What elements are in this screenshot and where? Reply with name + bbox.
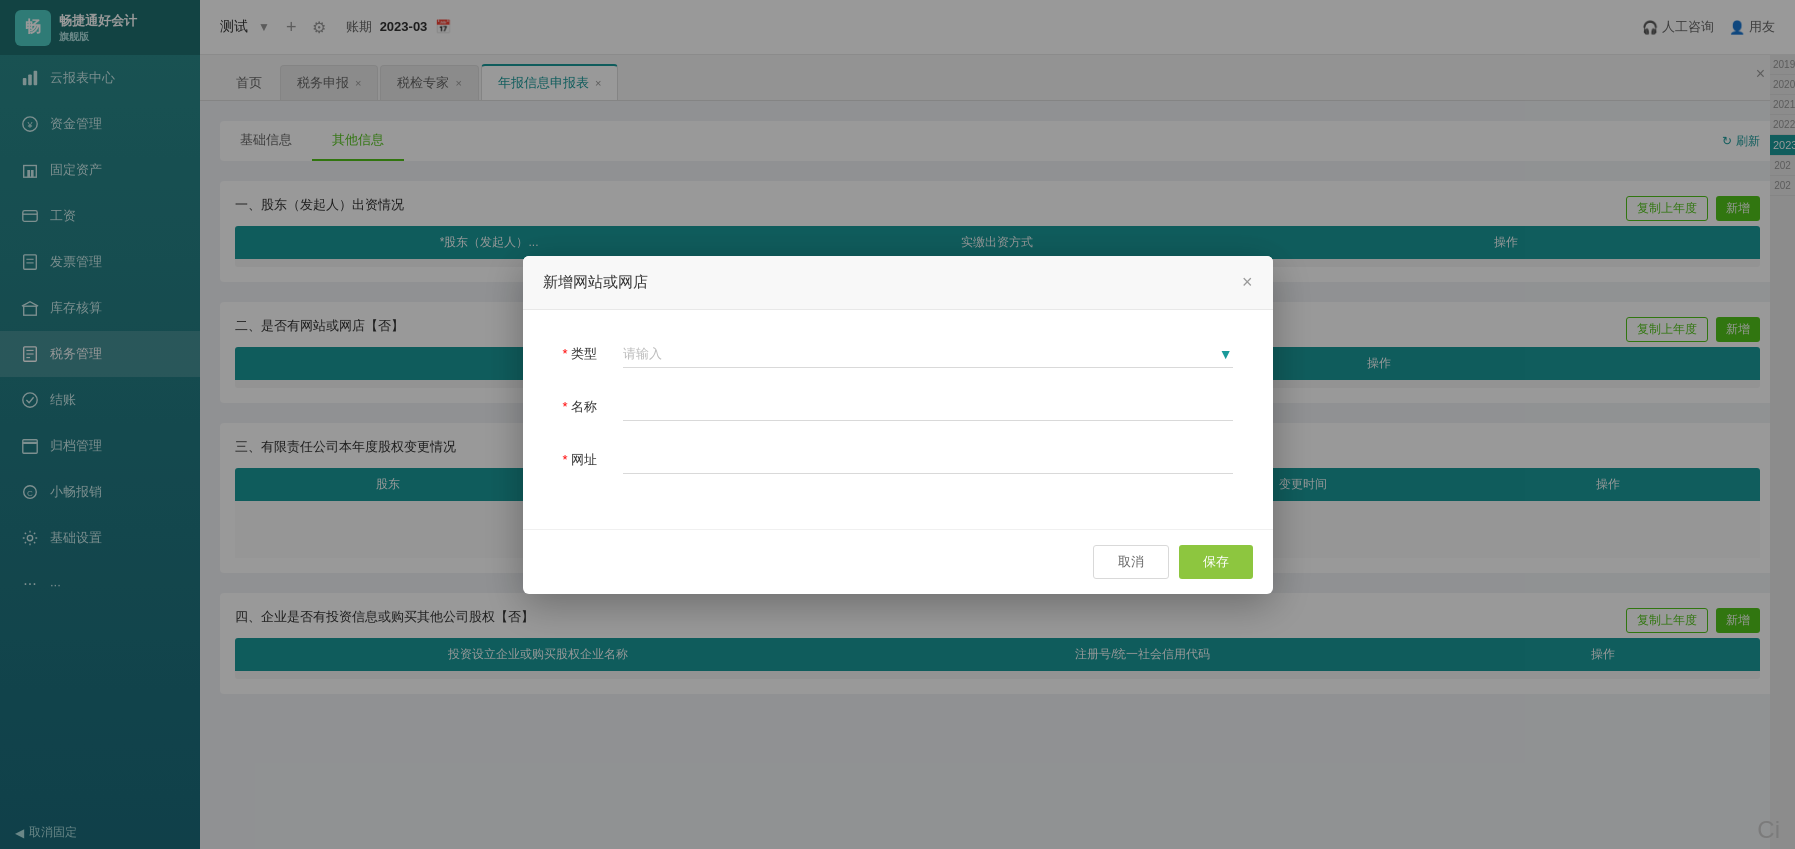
url-label: * 网址 <box>563 451 623 469</box>
type-input-wrap: ▼ <box>623 340 1233 368</box>
type-dropdown-icon[interactable]: ▼ <box>1219 346 1233 362</box>
url-input[interactable] <box>623 446 1233 474</box>
save-button[interactable]: 保存 <box>1179 545 1253 579</box>
name-input-wrap <box>623 393 1233 421</box>
modal-header: 新增网站或网店 × <box>523 256 1273 310</box>
name-label: * 名称 <box>563 398 623 416</box>
modal-overlay[interactable]: 新增网站或网店 × * 类型 ▼ * 名称 <box>0 0 1795 849</box>
form-row-name: * 名称 <box>563 393 1233 421</box>
modal-new-website: 新增网站或网店 × * 类型 ▼ * 名称 <box>523 256 1273 594</box>
type-input[interactable] <box>623 340 1233 368</box>
form-row-type: * 类型 ▼ <box>563 340 1233 368</box>
type-label: * 类型 <box>563 345 623 363</box>
cancel-button[interactable]: 取消 <box>1093 545 1169 579</box>
modal-footer: 取消 保存 <box>523 529 1273 594</box>
url-input-wrap <box>623 446 1233 474</box>
form-row-url: * 网址 <box>563 446 1233 474</box>
modal-title: 新增网站或网店 <box>543 273 648 292</box>
name-input[interactable] <box>623 393 1233 421</box>
modal-close-button[interactable]: × <box>1242 272 1253 293</box>
modal-body: * 类型 ▼ * 名称 * <box>523 310 1273 529</box>
